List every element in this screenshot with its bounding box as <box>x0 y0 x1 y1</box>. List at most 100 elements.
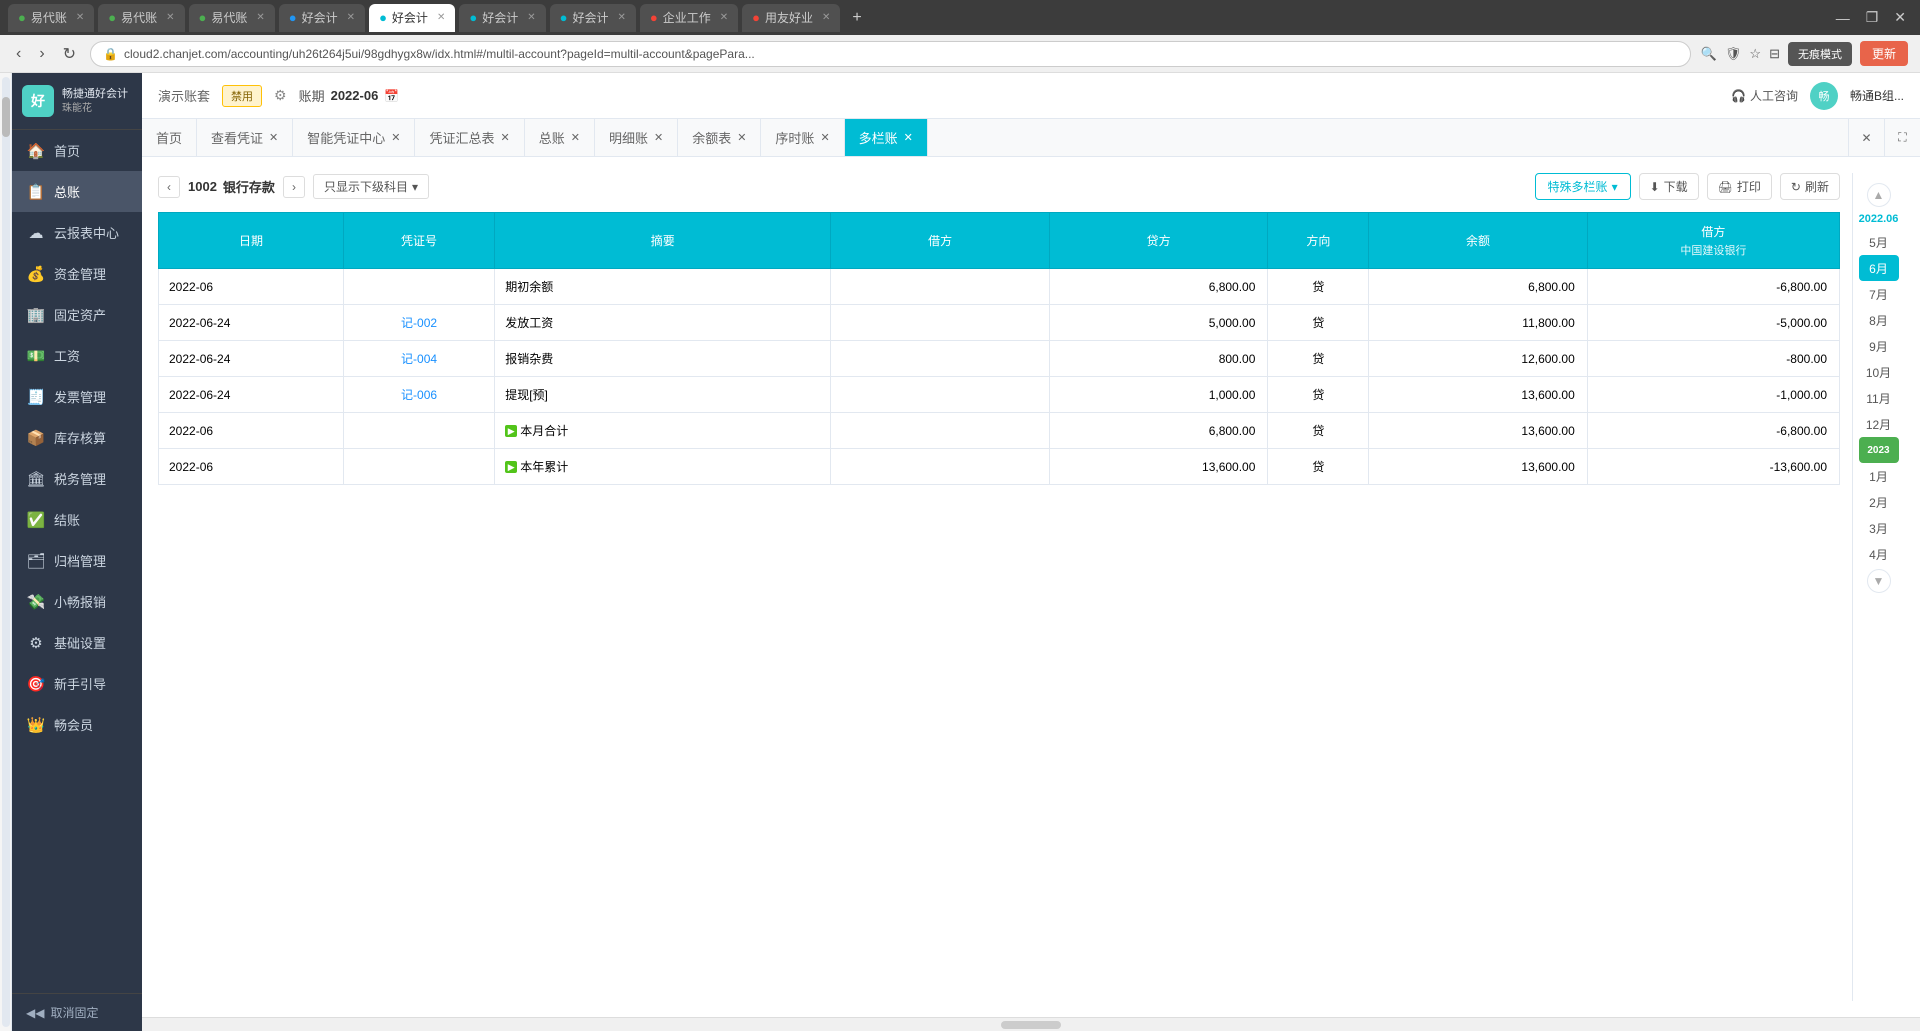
voucher-link[interactable]: 记-002 <box>401 316 437 330</box>
tab-general-ledger[interactable]: 总账 ✕ <box>525 119 595 157</box>
tab-balance-close[interactable]: ✕ <box>737 131 746 144</box>
tab-close-1[interactable]: ✕ <box>76 12 84 23</box>
sidebar-item-guide[interactable]: 🎯 新手引导 <box>12 663 142 704</box>
tab-yonyou[interactable]: ● 用友好业 ✕ <box>742 4 840 32</box>
tab-multi-col[interactable]: 多栏账 ✕ <box>845 119 928 157</box>
sidebar-item-cloud-report[interactable]: ☁ 云报表中心 <box>12 212 142 253</box>
timeline-up-arrow[interactable]: ▲ <box>1867 183 1891 207</box>
sidebar-item-tax[interactable]: 🏛 税务管理 <box>12 458 142 499</box>
voucher-link[interactable]: 记-006 <box>401 388 437 402</box>
timeline-month-7[interactable]: 7月 <box>1859 281 1899 307</box>
url-bar[interactable]: 🔒 cloud2.chanjet.com/accounting/uh26t264… <box>90 41 1691 67</box>
timeline-month-9[interactable]: 9月 <box>1859 333 1899 359</box>
tab-voucher-summary[interactable]: 凭证汇总表 ✕ <box>415 119 524 157</box>
cell-voucher[interactable]: 记-004 <box>343 341 494 377</box>
incognito-button[interactable]: 无痕模式 <box>1788 42 1852 66</box>
search-icon[interactable]: 🔍 <box>1701 46 1717 62</box>
tab-close-3[interactable]: ✕ <box>256 12 264 23</box>
timeline-month-10[interactable]: 10月 <box>1859 359 1899 385</box>
prev-account-button[interactable]: ‹ <box>158 176 180 198</box>
tab-close-5[interactable]: ✕ <box>437 12 445 23</box>
tab-close-7[interactable]: ✕ <box>617 12 625 23</box>
tab-yidaizhang-1[interactable]: ● 易代账 ✕ <box>8 4 94 32</box>
tab-haokuaiji-4[interactable]: ● 好会计 ✕ <box>550 4 636 32</box>
tab-yidaizhang-3[interactable]: ● 易代账 ✕ <box>189 4 275 32</box>
tab-ledger-close[interactable]: ✕ <box>571 131 580 144</box>
new-tab-button[interactable]: + <box>844 9 869 27</box>
consult-button[interactable]: 🎧 人工咨询 <box>1731 87 1798 104</box>
sidebar-item-close-accounts[interactable]: ✅ 结账 <box>12 499 142 540</box>
tab-close-9[interactable]: ✕ <box>822 12 830 23</box>
timeline-month-5[interactable]: 5月 <box>1859 229 1899 255</box>
tab-close-4[interactable]: ✕ <box>347 12 355 23</box>
tab-voucher-view[interactable]: 查看凭证 ✕ <box>197 119 293 157</box>
tab-journal-close[interactable]: ✕ <box>820 131 829 144</box>
sidebar-item-archive[interactable]: 🗂 归档管理 <box>12 540 142 581</box>
special-multi-col-button[interactable]: 特殊多栏账 ▾ <box>1535 173 1631 200</box>
left-scrollbar[interactable] <box>0 73 12 1031</box>
tab-balance-sheet[interactable]: 余额表 ✕ <box>678 119 761 157</box>
refresh-button[interactable]: ↻ 刷新 <box>1780 173 1840 200</box>
timeline-month-2-2023[interactable]: 2月 <box>1859 489 1899 515</box>
timeline-month-3-2023[interactable]: 3月 <box>1859 515 1899 541</box>
tab-journal[interactable]: 序时账 ✕ <box>761 119 844 157</box>
timeline-month-12[interactable]: 12月 <box>1859 411 1899 437</box>
settings-gear-icon[interactable]: ⚙ <box>274 87 287 104</box>
maximize-button[interactable]: ❐ <box>1860 7 1885 28</box>
timeline-down-arrow[interactable]: ▼ <box>1867 569 1891 593</box>
print-button[interactable]: 🖨 打印 <box>1707 173 1772 200</box>
sidebar-item-settings[interactable]: ⚙ 基础设置 <box>12 622 142 663</box>
back-button[interactable]: ‹ <box>12 41 25 67</box>
sidebar-item-member[interactable]: 👑 畅会员 <box>12 704 142 745</box>
timeline-month-11[interactable]: 11月 <box>1859 385 1899 411</box>
cell-voucher[interactable]: 记-006 <box>343 377 494 413</box>
tab-haokuaiji-1[interactable]: ● 好会计 ✕ <box>279 4 365 32</box>
cell-voucher[interactable]: 记-002 <box>343 305 494 341</box>
timeline-month-1-2023[interactable]: 1月 <box>1859 463 1899 489</box>
tab-detail-ledger[interactable]: 明细账 ✕ <box>595 119 678 157</box>
tab-multi-close[interactable]: ✕ <box>904 131 913 144</box>
tab-detail-close[interactable]: ✕ <box>654 131 663 144</box>
scroll-track[interactable] <box>2 77 10 1027</box>
sidebar-item-inventory[interactable]: 📦 库存核算 <box>12 417 142 458</box>
tab-smart-close[interactable]: ✕ <box>391 131 400 144</box>
tab-close-2[interactable]: ✕ <box>166 12 174 23</box>
h-scroll-thumb[interactable] <box>1001 1021 1061 1029</box>
close-browser-button[interactable]: ✕ <box>1888 7 1912 28</box>
unpin-button[interactable]: ◀◀ 取消固定 <box>12 994 142 1031</box>
sidebar-item-invoice[interactable]: 🧾 发票管理 <box>12 376 142 417</box>
sub-filter-dropdown[interactable]: 只显示下级科目 ▾ <box>313 174 429 199</box>
timeline-month-8[interactable]: 8月 <box>1859 307 1899 333</box>
calendar-icon[interactable]: 📅 <box>384 89 399 103</box>
sidebar-item-fund[interactable]: 💰 资金管理 <box>12 253 142 294</box>
scroll-thumb[interactable] <box>2 97 10 137</box>
tab-minimize-button[interactable]: ✕ <box>1848 119 1884 157</box>
voucher-link[interactable]: 记-004 <box>401 352 437 366</box>
tab-enterprise[interactable]: ● 企业工作 ✕ <box>640 4 738 32</box>
minimize-button[interactable]: — <box>1830 8 1856 28</box>
shield-icon[interactable]: 🛡 <box>1725 46 1742 62</box>
timeline-month-4-2023[interactable]: 4月 <box>1859 541 1899 567</box>
tab-close-6[interactable]: ✕ <box>527 12 535 23</box>
download-button[interactable]: ⬇ 下载 <box>1639 173 1699 200</box>
sidebar-toggle[interactable]: ⊟ <box>1769 46 1780 62</box>
tab-expand-button[interactable]: ⛶ <box>1884 119 1920 157</box>
timeline-month-6-active[interactable]: 6月 <box>1859 255 1899 281</box>
next-account-button[interactable]: › <box>283 176 305 198</box>
tab-haokuaiji-2-active[interactable]: ● 好会计 ✕ <box>369 4 455 32</box>
tab-smart-voucher[interactable]: 智能凭证中心 ✕ <box>293 119 415 157</box>
tab-summary-close[interactable]: ✕ <box>501 131 510 144</box>
sidebar-item-fixed-assets[interactable]: 🏢 固定资产 <box>12 294 142 335</box>
tab-home[interactable]: 首页 <box>142 119 197 157</box>
tab-yidaizhang-2[interactable]: ● 易代账 ✕ <box>98 4 184 32</box>
sidebar-item-home[interactable]: 🏠 首页 <box>12 130 142 171</box>
update-button[interactable]: 更新 <box>1860 41 1908 66</box>
horizontal-scrollbar[interactable] <box>142 1017 1920 1031</box>
star-icon[interactable]: ☆ <box>1749 46 1761 62</box>
tab-close-8[interactable]: ✕ <box>720 12 728 23</box>
forward-button[interactable]: › <box>35 41 48 67</box>
refresh-button[interactable]: ↻ <box>59 40 80 68</box>
tab-voucher-close[interactable]: ✕ <box>269 131 278 144</box>
sidebar-item-ledger[interactable]: 📋 总账 <box>12 171 142 212</box>
tab-haokuaiji-3[interactable]: ● 好会计 ✕ <box>459 4 545 32</box>
